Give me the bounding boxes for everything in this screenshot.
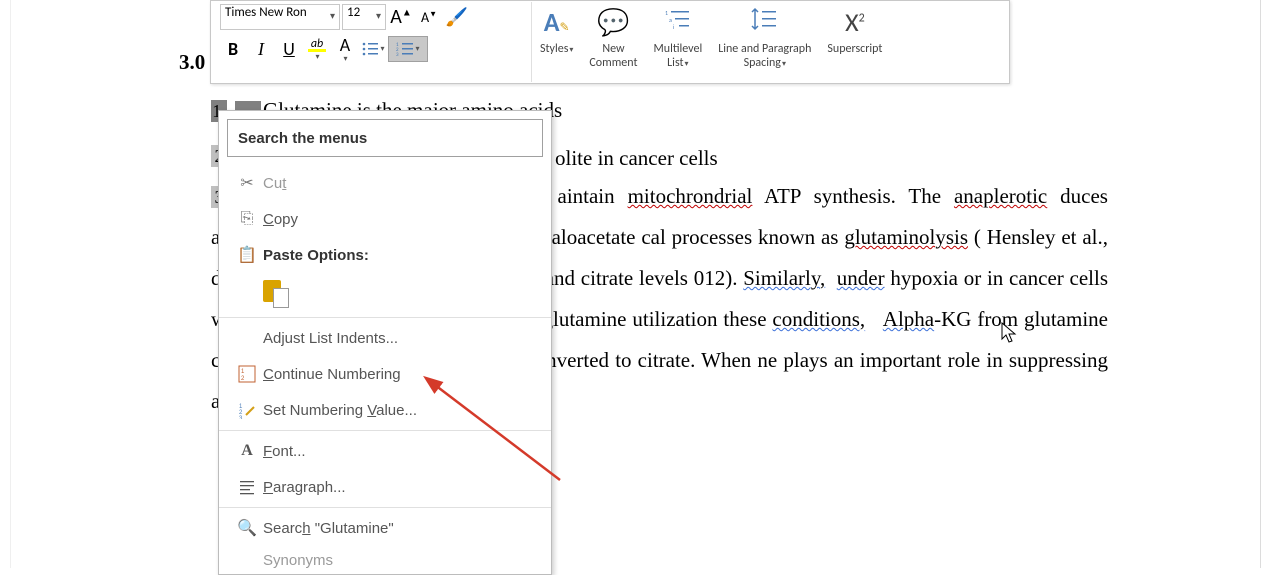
svg-text:a: a — [669, 16, 672, 24]
format-painter-button[interactable]: 🖌️ — [444, 4, 470, 30]
continue-numbering-icon: 12 — [231, 365, 263, 383]
paste-keep-source-button[interactable] — [219, 273, 551, 315]
search-icon: 🔍 — [231, 518, 263, 538]
bullets-button[interactable] — [360, 36, 386, 62]
paragraph-menu-item[interactable]: Paragraph... — [219, 469, 551, 505]
svg-text:i: i — [673, 23, 675, 31]
context-menu: Search the menus ✂ Cut ⎘ Copy 📋 Paste Op… — [218, 110, 552, 575]
paragraph-icon — [231, 479, 263, 495]
clipboard-icon — [263, 280, 289, 308]
list-text-2-tail: olite in cancer cells — [555, 138, 718, 179]
multilevel-list-button[interactable]: 1ai Multilevel List — [646, 2, 711, 80]
copy-menu-item[interactable]: ⎘ Copy — [219, 201, 551, 237]
grammar-conditions[interactable]: conditions, — [772, 307, 865, 331]
spelling-error-glutaminolysis[interactable]: glutaminolysis — [844, 225, 968, 249]
font-size-select[interactable]: 12 — [342, 4, 386, 30]
font-menu-item[interactable]: A Font... — [219, 433, 551, 469]
cut-icon: ✂ — [231, 173, 263, 193]
cut-menu-item[interactable]: ✂ Cut — [219, 165, 551, 201]
comment-icon: 💬 — [597, 6, 629, 38]
menu-search-input[interactable]: Search the menus — [227, 119, 543, 157]
svg-text:1: 1 — [241, 369, 245, 375]
styles-button[interactable]: A✎ Styles — [532, 2, 581, 80]
numbering-button[interactable]: 123 — [388, 36, 428, 62]
font-color-button[interactable]: A — [332, 36, 358, 62]
grammar-under[interactable]: under — [837, 266, 885, 290]
paste-options-menu-item[interactable]: 📋 Paste Options: — [219, 237, 551, 273]
underline-button[interactable]: U — [276, 36, 302, 62]
paste-icon: 📋 — [231, 245, 263, 265]
grow-font-button[interactable]: A▲ — [388, 4, 414, 30]
multilevel-icon: 1ai — [663, 6, 693, 38]
set-numbering-icon: 123 — [231, 401, 263, 419]
grammar-similarly[interactable]: Similarly, — [743, 266, 825, 290]
search-term-menu-item[interactable]: 🔍 Search "Glutamine" — [219, 510, 551, 546]
superscript-icon: X2 — [845, 6, 865, 38]
italic-button[interactable]: I — [248, 36, 274, 62]
bold-button[interactable]: B — [220, 36, 246, 62]
font-icon: A — [231, 442, 263, 460]
synonyms-menu-item[interactable]: Synonyms — [219, 546, 551, 574]
new-comment-button[interactable]: 💬 New Comment — [581, 2, 645, 80]
svg-text:3: 3 — [396, 52, 399, 57]
grammar-alpha[interactable]: Alpha — [883, 307, 934, 331]
mini-toolbar: Times New Ron 12 A▲ A▼ 🖌️ B I U ab A 123 — [210, 0, 1010, 84]
copy-icon: ⎘ — [231, 210, 263, 228]
styles-icon: A✎ — [544, 6, 570, 38]
line-spacing-button[interactable]: Line and Paragraph Spacing — [710, 2, 819, 80]
superscript-button[interactable]: X2 Superscript — [819, 2, 890, 80]
font-name-select[interactable]: Times New Ron — [220, 4, 340, 30]
continue-numbering-menu-item[interactable]: 12 Continue Numbering — [219, 356, 551, 392]
svg-text:3: 3 — [239, 416, 243, 419]
shrink-font-button[interactable]: A▼ — [416, 4, 442, 30]
spelling-error-anaplerotic[interactable]: anaplerotic — [954, 184, 1047, 208]
spacing-icon — [750, 6, 780, 38]
svg-text:2: 2 — [241, 376, 245, 382]
svg-text:1: 1 — [665, 9, 668, 17]
highlight-button[interactable]: ab — [304, 36, 330, 62]
adjust-list-indents-menu-item[interactable]: Adjust List Indents... — [219, 320, 551, 356]
set-numbering-value-menu-item[interactable]: 123 Set Numbering Value... — [219, 392, 551, 428]
spelling-error-mitochrondrial[interactable]: mitochrondrial — [628, 184, 753, 208]
